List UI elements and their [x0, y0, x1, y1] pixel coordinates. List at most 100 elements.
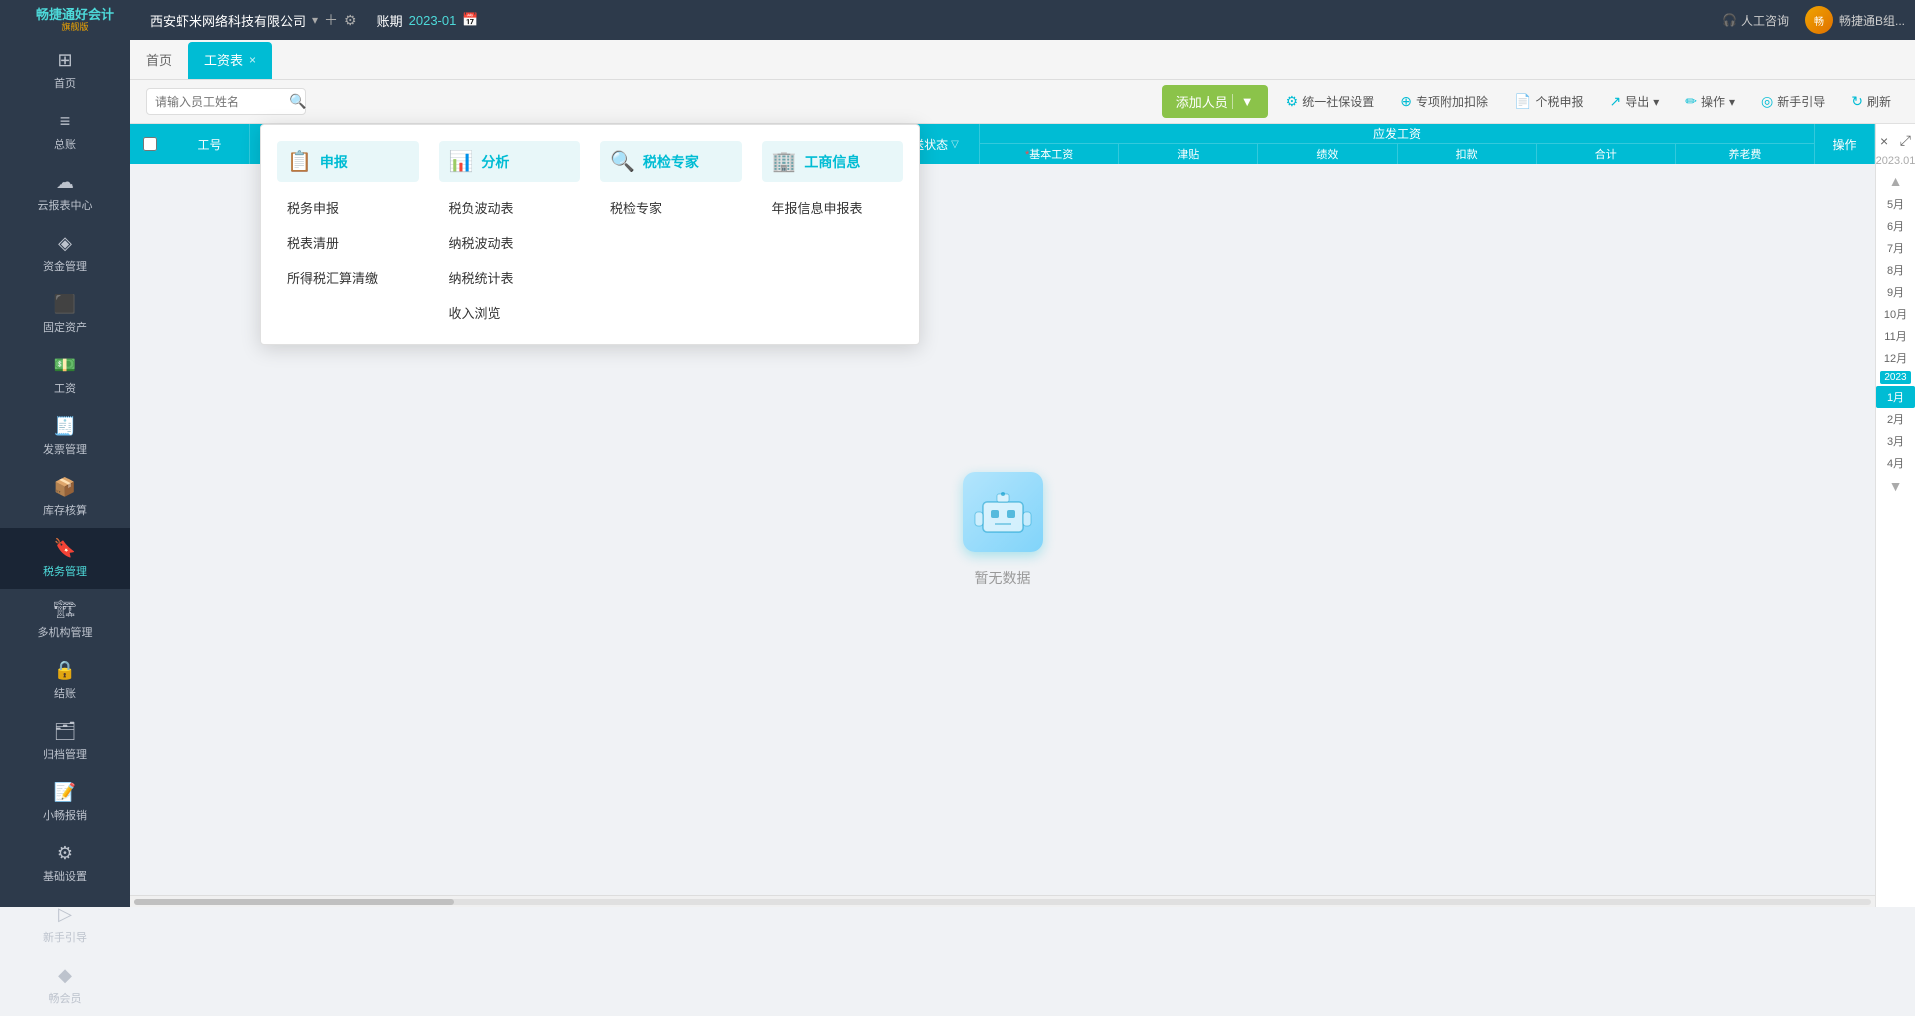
- sidebar-item-salary[interactable]: 💵 工资: [0, 345, 130, 406]
- sidebar-label: 首页: [54, 75, 76, 91]
- menu-item-annual-report[interactable]: 年报信息申报表: [762, 192, 904, 223]
- company-area: 西安虾米网络科技有限公司 ▾ ＋ ⚙: [140, 10, 357, 30]
- sidebar-item-member[interactable]: ◆ 畅会员: [0, 955, 130, 1016]
- fund-icon: ◈: [58, 233, 72, 254]
- menu-item-tax-stats[interactable]: 纳税统计表: [439, 262, 581, 293]
- settings-icon[interactable]: ⚙: [344, 12, 357, 29]
- sidebar-item-close-account[interactable]: 🔒 结账: [0, 650, 130, 711]
- sidebar-item-cloud-report[interactable]: ☁ 云报表中心: [0, 162, 130, 223]
- menu-item-tax-burden[interactable]: 税负波动表: [439, 192, 581, 223]
- toolbar: 🔍 添加人员 ▼ ⚙ 统一社保设置 ⊕ 专项附加扣除 📄 个税申报 ↗ 导出: [130, 80, 1915, 124]
- sidebar-item-archive[interactable]: 🗂 归档管理: [0, 711, 130, 772]
- action-export[interactable]: ↗ 导出 ▾: [1601, 89, 1667, 114]
- scroll-up-icon[interactable]: ▲: [1885, 169, 1907, 193]
- search-wrapper[interactable]: 🔍: [146, 88, 306, 115]
- month-item-11[interactable]: 11月: [1876, 325, 1915, 347]
- period-value: 2023-01: [409, 13, 457, 28]
- sidebar-label: 税务管理: [43, 563, 87, 579]
- month-item-2[interactable]: 2月: [1876, 408, 1915, 430]
- month-item-3[interactable]: 3月: [1876, 430, 1915, 452]
- select-all-checkbox[interactable]: [143, 137, 157, 151]
- menu-item-income-browse[interactable]: 收入浏览: [439, 297, 581, 328]
- user-area[interactable]: 畅 畅捷通B组...: [1805, 6, 1905, 34]
- add-company-icon[interactable]: ＋: [324, 10, 338, 30]
- month-item-8[interactable]: 8月: [1876, 259, 1915, 281]
- action-tax-report[interactable]: 📄 个税申报: [1506, 89, 1591, 114]
- sidebar-item-invoice[interactable]: 🧾 发票管理: [0, 406, 130, 467]
- menu-item-tax-check[interactable]: 税检专家: [600, 192, 742, 223]
- sidebar-label: 畅会员: [49, 990, 82, 1006]
- year-section-before: 5月 6月 7月 8月 9月 10月 11月 12月: [1876, 193, 1915, 369]
- section-items-declaration: 税务申报 税表清册 所得税汇算清缴: [277, 192, 419, 293]
- action-operation[interactable]: ✏ 操作 ▾: [1677, 89, 1743, 114]
- sidebar-label: 发票管理: [43, 441, 87, 457]
- sidebar-item-multi-org[interactable]: 🏗 多机构管理: [0, 589, 130, 650]
- multi-org-icon: 🏗: [54, 599, 77, 620]
- period-panel-label: 2023.01: [1876, 153, 1915, 169]
- add-person-button[interactable]: 添加人员 ▼: [1162, 85, 1268, 118]
- sidebar-item-inventory[interactable]: 📦 库存核算: [0, 467, 130, 528]
- th-id: 工号: [170, 124, 250, 164]
- calendar-icon[interactable]: 📅: [462, 12, 478, 28]
- action-new-guide[interactable]: ◎ 新手引导: [1753, 89, 1833, 114]
- sidebar-item-ledger[interactable]: ≡ 总账: [0, 101, 130, 162]
- tax-icon: 🔖: [54, 538, 76, 559]
- sidebar-item-basic-settings[interactable]: ⚙ 基础设置: [0, 833, 130, 894]
- service-button[interactable]: 🎧 人工咨询: [1722, 12, 1789, 29]
- logo-area: 畅捷通好会计 旗舰版: [10, 7, 140, 33]
- horizontal-scrollbar[interactable]: [130, 895, 1875, 907]
- sidebar-item-xiao-report[interactable]: 📝 小畅报销: [0, 772, 130, 833]
- expand-panel-icon[interactable]: ⤢: [1900, 132, 1911, 149]
- section-header-analysis: 📊 分析: [439, 141, 581, 182]
- month-item-4[interactable]: 4月: [1876, 452, 1915, 474]
- sidebar-label: 资金管理: [43, 258, 87, 274]
- month-item-12[interactable]: 12月: [1876, 347, 1915, 369]
- search-icon[interactable]: 🔍: [289, 93, 306, 110]
- company-name: 西安虾米网络科技有限公司: [150, 11, 306, 30]
- month-item-9[interactable]: 9月: [1876, 281, 1915, 303]
- dropdown-section-business-info: 🏢 工商信息 年报信息申报表: [762, 141, 904, 328]
- search-input[interactable]: [155, 95, 285, 109]
- section-title-tax-expert: 税检专家: [643, 152, 699, 172]
- scrollbar-thumb[interactable]: [134, 899, 454, 905]
- menu-item-income-tax-settlement[interactable]: 所得税汇算清缴: [277, 262, 419, 293]
- close-panel-icon[interactable]: ×: [1880, 133, 1888, 149]
- scroll-down-icon[interactable]: ▼: [1885, 474, 1907, 498]
- action-label: 个税申报: [1535, 93, 1583, 110]
- chevron-down-icon[interactable]: ▾: [312, 13, 318, 27]
- add-person-dropdown-icon[interactable]: ▼: [1232, 94, 1254, 109]
- menu-item-tax-schedule[interactable]: 税表清册: [277, 227, 419, 258]
- operation-icon: ✏: [1685, 93, 1697, 110]
- month-item-5[interactable]: 5月: [1876, 193, 1915, 215]
- tab-salary[interactable]: 工资表 ×: [188, 42, 272, 79]
- sidebar-item-tax[interactable]: 🔖 税务管理: [0, 528, 130, 589]
- month-item-10[interactable]: 10月: [1876, 303, 1915, 325]
- section-header-declaration: 📋 申报: [277, 141, 419, 182]
- th-performance: 绩效: [1258, 144, 1397, 164]
- month-item-7[interactable]: 7月: [1876, 237, 1915, 259]
- action-refresh[interactable]: ↻ 刷新: [1843, 89, 1899, 114]
- member-icon: ◆: [58, 965, 72, 986]
- sidebar-item-asset[interactable]: ⬛ 固定资产: [0, 284, 130, 345]
- sidebar-item-fund[interactable]: ◈ 资金管理: [0, 223, 130, 284]
- filter-icon[interactable]: ▽: [951, 139, 959, 150]
- th-payroll-group-label: 应发工资: [980, 124, 1814, 144]
- scrollbar-track[interactable]: [134, 899, 1871, 905]
- tab-home[interactable]: 首页: [130, 42, 188, 79]
- empty-robot-icon: [973, 482, 1033, 542]
- analysis-icon: 📊: [449, 149, 474, 174]
- month-item-1-current[interactable]: 1月: [1876, 386, 1915, 408]
- month-item-6[interactable]: 6月: [1876, 215, 1915, 237]
- tab-close-icon[interactable]: ×: [249, 53, 256, 67]
- action-special-deduct[interactable]: ⊕ 专项附加扣除: [1392, 89, 1496, 114]
- menu-item-tax-declaration[interactable]: 税务申报: [277, 192, 419, 223]
- dropdown-menu[interactable]: 📋 申报 税务申报 税表清册 所得税汇算清缴 📊 分析: [260, 124, 920, 345]
- action-social-security[interactable]: ⚙ 统一社保设置: [1278, 89, 1383, 114]
- sidebar-label: 新手引导: [43, 929, 87, 945]
- menu-item-tax-payment[interactable]: 纳税波动表: [439, 227, 581, 258]
- sidebar-item-new-guide[interactable]: ▷ 新手引导: [0, 894, 130, 955]
- period-label: 账期: [377, 11, 403, 30]
- salary-icon: 💵: [54, 355, 76, 376]
- dropdown-section-analysis: 📊 分析 税负波动表 纳税波动表 纳税统计表 收入浏览: [439, 141, 581, 328]
- sidebar-item-home[interactable]: ⊞ 首页: [0, 40, 130, 101]
